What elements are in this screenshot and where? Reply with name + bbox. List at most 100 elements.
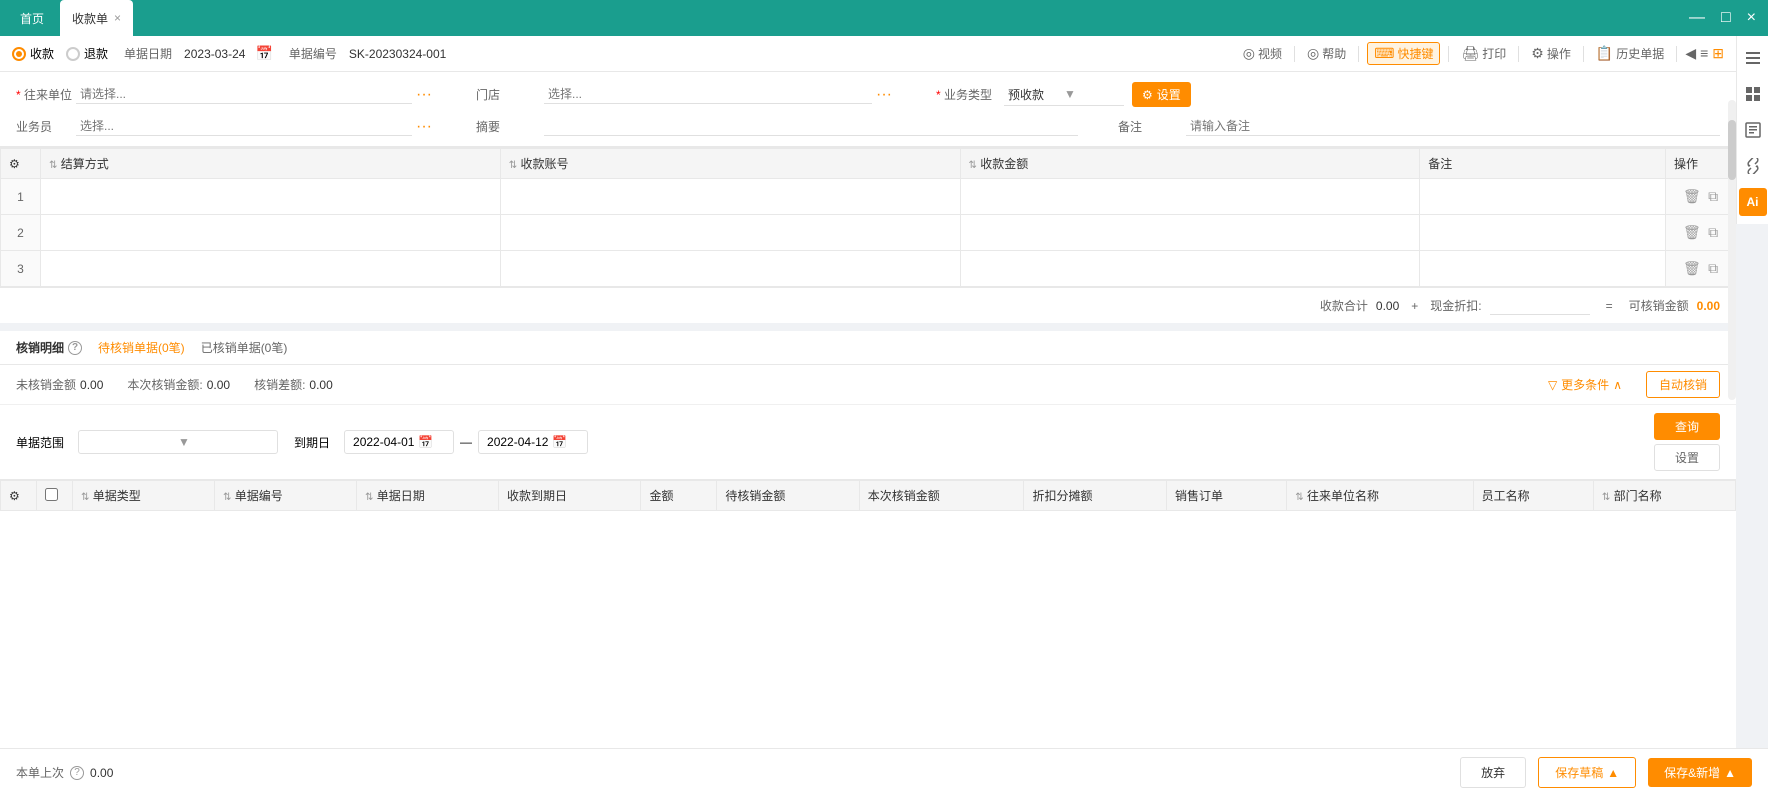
scroll-thumb[interactable] (1728, 120, 1736, 180)
operate-button[interactable]: ⚙ 操作 (1527, 45, 1575, 62)
window-controls: — □ × (1685, 9, 1760, 27)
table-header-amount: ⇅ 收款金额 (960, 149, 1420, 179)
row-1-amount[interactable] (960, 179, 1420, 215)
radio-receive[interactable]: 收款 (12, 45, 54, 62)
from-unit-input[interactable] (76, 85, 412, 104)
row-1-copy-icon[interactable]: ⧉ (1708, 188, 1718, 204)
row-3-settle[interactable] (41, 251, 501, 287)
save-draft-label: 保存草稿 (1555, 764, 1603, 781)
auto-cancel-button[interactable]: 自动核销 (1646, 371, 1720, 398)
business-type-value: 预收款 (1008, 86, 1064, 103)
radio-refund[interactable]: 退款 (66, 45, 108, 62)
diff-label: 核销差额: (254, 376, 305, 393)
save-draft-button[interactable]: 保存草稿 ▲ (1538, 757, 1636, 788)
row-2-delete-icon[interactable]: 🗑 (1683, 224, 1701, 240)
operate-label: 操作 (1547, 45, 1571, 62)
row-1-account[interactable] (500, 179, 960, 215)
row-2-account[interactable] (500, 215, 960, 251)
video-icon: ◎ (1243, 45, 1255, 62)
print-button[interactable]: 🖨 打印 (1457, 45, 1510, 62)
number-label: 单据编号 (289, 45, 337, 62)
staff-label: 业务员 (16, 118, 76, 135)
save-new-button[interactable]: 保存&新增 ▲ (1648, 758, 1752, 787)
row-3-account[interactable] (500, 251, 960, 287)
bt-header-check[interactable] (37, 481, 73, 511)
row-1-remark[interactable] (1420, 179, 1666, 215)
restore-button[interactable]: □ (1717, 9, 1735, 27)
store-input[interactable] (544, 85, 872, 104)
row-2-remark[interactable] (1420, 215, 1666, 251)
radio-receive-dot (12, 47, 26, 61)
summary-row: 收款合计 0.00 + 现金折扣: = 可核销金额 0.00 (0, 287, 1736, 323)
date-to-input[interactable]: 2022-04-12 📅 (478, 430, 588, 454)
save-new-arrow[interactable]: ▲ (1724, 766, 1736, 780)
business-type-label: 业务类型 (936, 86, 996, 103)
business-type-select[interactable]: 预收款 ▼ (1004, 84, 1124, 106)
hexiao-settings-button[interactable]: 设置 (1654, 444, 1720, 471)
sidebar-icon-1[interactable] (1739, 44, 1767, 72)
store-label: 门店 (476, 86, 536, 103)
close-window-button[interactable]: × (1743, 9, 1760, 27)
layout-prev-icon[interactable]: ◀ (1685, 45, 1696, 62)
row-1-settle[interactable] (41, 179, 501, 215)
discount-input[interactable] (1490, 296, 1590, 315)
layout-buttons: ◀ ≡ ⊞ (1685, 45, 1724, 62)
sidebar-icon-ai[interactable]: Ai (1739, 188, 1767, 216)
due-date-label: 到期日 (294, 434, 330, 451)
sidebar-icon-link[interactable] (1739, 152, 1767, 180)
range-select[interactable]: ▼ (78, 430, 278, 454)
filter-actions: 查询 设置 (1654, 413, 1720, 471)
calendar-icon[interactable]: 📅 (255, 45, 272, 62)
minimize-button[interactable]: — (1685, 9, 1709, 27)
hexiao-info-icon[interactable]: ? (68, 341, 82, 355)
row-2-amount[interactable] (960, 215, 1420, 251)
row-3-copy-icon[interactable]: ⧉ (1708, 260, 1718, 276)
date-from-input[interactable]: 2022-04-01 📅 (344, 430, 454, 454)
more-filter-button[interactable]: ▽ 更多条件 ∧ (1548, 376, 1622, 393)
shortcut-button[interactable]: ⌨ 快捷键 (1367, 42, 1440, 65)
layout-list-icon[interactable]: ≡ (1700, 45, 1708, 62)
nav-tab-active[interactable]: 收款单 × (60, 0, 133, 36)
nav-tab-home[interactable]: 首页 (8, 0, 56, 36)
table-header-gear[interactable]: ⚙ (1, 149, 41, 179)
row-3-delete-icon[interactable]: 🗑 (1683, 260, 1701, 276)
range-label: 单据范围 (16, 434, 64, 451)
row-2-settle[interactable] (41, 215, 501, 251)
bt-header-staff: 员工名称 (1473, 481, 1593, 511)
help-button[interactable]: ◎ 帮助 (1303, 45, 1350, 62)
hexiao-tab-done[interactable]: 已核销单据(0笔) (201, 339, 288, 356)
scroll-track[interactable] (1728, 100, 1736, 400)
history-button[interactable]: 📋 历史单据 (1592, 45, 1668, 62)
bottom-info-icon[interactable]: ? (70, 766, 84, 780)
row-2-copy-icon[interactable]: ⧉ (1708, 224, 1718, 240)
abandon-button[interactable]: 放弃 (1460, 757, 1526, 788)
settings-button[interactable]: ⚙ 设置 (1132, 82, 1191, 107)
store-more-icon[interactable]: ··· (872, 86, 896, 104)
save-draft-arrow[interactable]: ▲ (1607, 766, 1619, 780)
sidebar-icon-3[interactable] (1739, 116, 1767, 144)
row-3-remark[interactable] (1420, 251, 1666, 287)
from-unit-more-icon[interactable]: ··· (412, 86, 436, 104)
layout-card-icon[interactable]: ⊞ (1712, 45, 1724, 62)
hexiao-section: 核销明细 ? 待核销单据(0笔) 已核销单据(0笔) 未核销金额 0.00 本次… (0, 331, 1736, 796)
staff-more-icon[interactable]: ··· (412, 118, 436, 136)
radio-refund-dot (66, 47, 80, 61)
bt-header-number: ⇅ 单据编号 (214, 481, 356, 511)
query-button[interactable]: 查询 (1654, 413, 1720, 440)
hexiao-tab-pending[interactable]: 待核销单据(0笔) (98, 339, 185, 356)
staff-input[interactable] (76, 117, 412, 136)
bt-header-dept: ⇅ 部门名称 (1593, 481, 1735, 511)
sidebar-icon-2[interactable] (1739, 80, 1767, 108)
summary-field: 摘要 (476, 117, 1078, 136)
row-1-delete-icon[interactable]: 🗑 (1683, 188, 1701, 204)
summary-input[interactable] (544, 117, 1078, 136)
bt-header-date: ⇅ 单据日期 (356, 481, 498, 511)
remark-input[interactable] (1186, 117, 1720, 136)
row-3-ops: 🗑 ⧉ (1666, 251, 1736, 287)
close-tab-icon[interactable]: × (114, 11, 121, 25)
bt-header-unit: ⇅ 往来单位名称 (1287, 481, 1473, 511)
select-all-checkbox[interactable] (45, 488, 58, 501)
row-3-amount[interactable] (960, 251, 1420, 287)
video-button[interactable]: ◎ 视频 (1239, 45, 1286, 62)
bt-header-gear[interactable]: ⚙ (1, 481, 37, 511)
